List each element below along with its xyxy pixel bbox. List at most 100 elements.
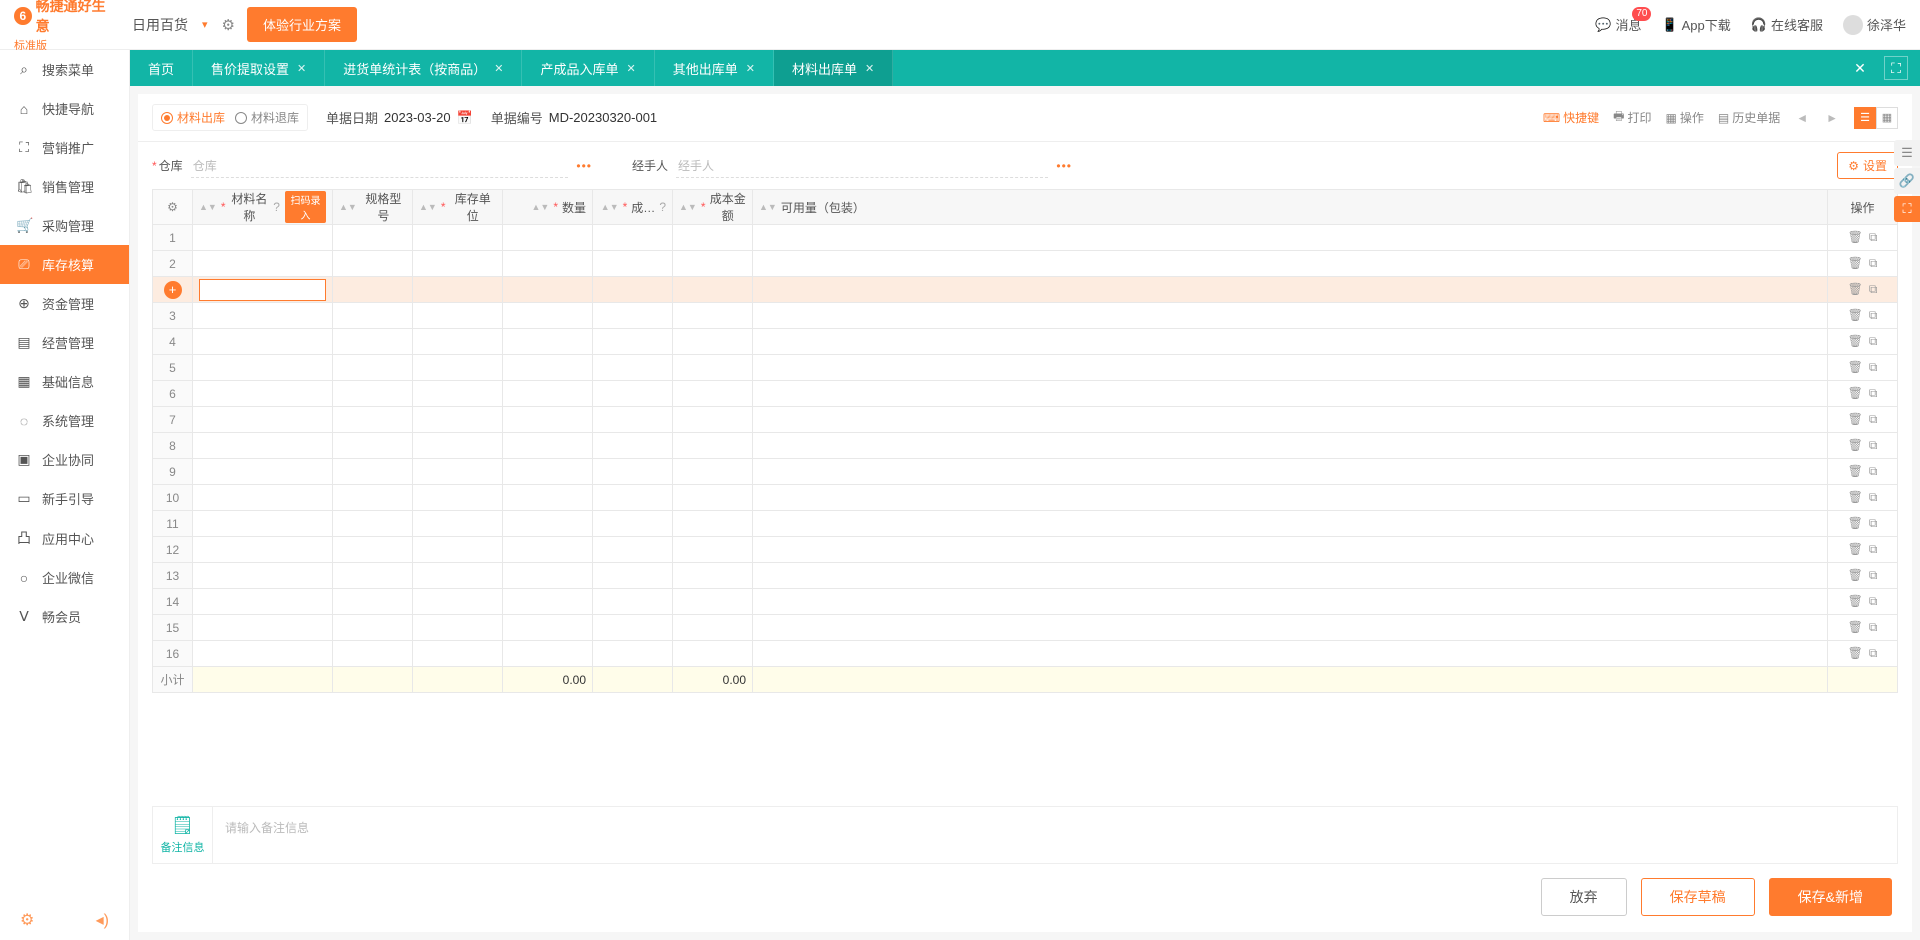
col-cost[interactable]: ▲▼*成…? <box>593 190 673 225</box>
tab-进货单统计表（按商品）[interactable]: 进货单统计表（按商品）✕ <box>325 50 522 86</box>
messages-button[interactable]: 💬 消息 70 <box>1595 15 1641 34</box>
row-delete-icon[interactable]: 🗑 <box>1848 568 1863 583</box>
tab-产成品入库单[interactable]: 产成品入库单✕ <box>522 50 654 86</box>
sidebar-item-搜索菜单[interactable]: ⌕搜索菜单 <box>0 50 129 89</box>
sidebar-item-采购管理[interactable]: 🛒采购管理 <box>0 206 129 245</box>
sidebar-item-营销推广[interactable]: ⛶营销推广 <box>0 128 129 167</box>
row-copy-icon[interactable]: ⧉ <box>1869 334 1878 349</box>
sidebar-item-基础信息[interactable]: ▦基础信息 <box>0 362 129 401</box>
row-delete-icon[interactable]: 🗑 <box>1848 282 1863 297</box>
save-draft-button[interactable]: 保存草稿 <box>1641 878 1755 916</box>
sidebar-item-新手引导[interactable]: ▭新手引导 <box>0 479 129 518</box>
row-copy-icon[interactable]: ⧉ <box>1869 308 1878 323</box>
discard-button[interactable]: 放弃 <box>1541 878 1627 916</box>
tab-售价提取设置[interactable]: 售价提取设置✕ <box>193 50 325 86</box>
download-button[interactable]: 📱 App下载 <box>1661 15 1730 34</box>
row-copy-icon[interactable]: ⧉ <box>1869 516 1878 531</box>
sidebar-item-畅会员[interactable]: Ⅴ畅会员 <box>0 597 129 636</box>
table-row[interactable]: 11🗑⧉ <box>153 511 1898 537</box>
row-delete-icon[interactable]: 🗑 <box>1848 490 1863 505</box>
user-menu[interactable]: 徐泽华 <box>1843 15 1906 35</box>
row-delete-icon[interactable]: 🗑 <box>1848 412 1863 427</box>
tab-首页[interactable]: 首页 <box>130 50 193 86</box>
table-row[interactable]: 3🗑⧉ <box>153 303 1898 329</box>
collapse-icon[interactable]: ◂) <box>96 910 109 930</box>
warehouse-input[interactable]: 仓库 <box>191 154 569 178</box>
tabs-expand-icon[interactable]: ⛶ <box>1884 56 1908 80</box>
tab-材料出库单[interactable]: 材料出库单✕ <box>774 50 893 86</box>
row-copy-icon[interactable]: ⧉ <box>1869 646 1878 661</box>
next-doc-icon[interactable]: ► <box>1824 111 1840 125</box>
row-delete-icon[interactable]: 🗑 <box>1848 386 1863 401</box>
row-copy-icon[interactable]: ⧉ <box>1869 360 1878 375</box>
row-copy-icon[interactable]: ⧉ <box>1869 256 1878 271</box>
table-row[interactable]: 6🗑⧉ <box>153 381 1898 407</box>
row-copy-icon[interactable]: ⧉ <box>1869 438 1878 453</box>
row-copy-icon[interactable]: ⧉ <box>1869 230 1878 245</box>
sidebar-item-资金管理[interactable]: ⊕资金管理 <box>0 284 129 323</box>
print-button[interactable]: 🖶 打印 <box>1613 107 1651 128</box>
table-row[interactable]: 1🗑⧉ <box>153 225 1898 251</box>
gear-icon[interactable]: ⚙ <box>222 16 235 34</box>
doc-date-field[interactable]: 单据日期 2023-03-20 📅 <box>326 108 473 127</box>
table-row[interactable]: 13🗑⧉ <box>153 563 1898 589</box>
sidebar-item-系统管理[interactable]: ◌系统管理 <box>0 401 129 440</box>
col-qty[interactable]: ▲▼*数量 <box>503 190 593 225</box>
handler-input[interactable]: 经手人 <box>676 154 1048 178</box>
fly-expand-icon[interactable]: ⛶ <box>1894 196 1920 222</box>
tab-close-icon[interactable]: ✕ <box>627 62 636 75</box>
ops-button[interactable]: ▦ 操作 <box>1666 109 1704 126</box>
row-delete-icon[interactable]: 🗑 <box>1848 256 1863 271</box>
sidebar-item-经营管理[interactable]: ▤经营管理 <box>0 323 129 362</box>
doc-type-radio[interactable]: 材料出库 材料退库 <box>152 104 308 131</box>
tab-close-icon[interactable]: ✕ <box>297 62 306 75</box>
col-material[interactable]: ▲▼*材料名称?扫码录入 <box>193 190 333 225</box>
save-new-button[interactable]: 保存&新增 <box>1769 878 1892 916</box>
table-row[interactable]: 5🗑⧉ <box>153 355 1898 381</box>
sidebar-item-应用中心[interactable]: 凸应用中心 <box>0 518 129 558</box>
table-row[interactable]: 12🗑⧉ <box>153 537 1898 563</box>
row-delete-icon[interactable]: 🗑 <box>1848 308 1863 323</box>
prev-doc-icon[interactable]: ◄ <box>1794 111 1810 125</box>
row-copy-icon[interactable]: ⧉ <box>1869 490 1878 505</box>
tab-其他出库单[interactable]: 其他出库单✕ <box>655 50 774 86</box>
row-copy-icon[interactable]: ⧉ <box>1869 568 1878 583</box>
table-row-active[interactable]: + 🗑 ⧉ <box>153 277 1898 303</box>
radio-material-return[interactable]: 材料退库 <box>235 109 299 126</box>
row-delete-icon[interactable]: 🗑 <box>1848 464 1863 479</box>
shortcut-button[interactable]: ⌨ 快捷键 <box>1543 109 1599 126</box>
history-button[interactable]: ▤ 历史单据 <box>1718 109 1780 126</box>
help-icon[interactable]: ? <box>273 200 280 214</box>
fly-link-icon[interactable]: 🔗 <box>1894 168 1920 194</box>
fly-history-icon[interactable]: ☰ <box>1894 140 1920 166</box>
radio-material-out[interactable]: 材料出库 <box>161 109 225 126</box>
sidebar-item-快捷导航[interactable]: ⌂快捷导航 <box>0 89 129 128</box>
sidebar-item-企业微信[interactable]: ○企业微信 <box>0 558 129 597</box>
lookup-icon[interactable]: ••• <box>1056 159 1072 173</box>
table-row[interactable]: 4🗑⧉ <box>153 329 1898 355</box>
table-row[interactable]: 2🗑⧉ <box>153 251 1898 277</box>
table-row[interactable]: 7🗑⧉ <box>153 407 1898 433</box>
row-copy-icon[interactable]: ⧉ <box>1869 464 1878 479</box>
row-delete-icon[interactable]: 🗑 <box>1848 542 1863 557</box>
col-amount[interactable]: ▲▼*成本金额 <box>673 190 753 225</box>
col-available[interactable]: ▲▼可用量（包装） <box>753 190 1828 225</box>
row-copy-icon[interactable]: ⧉ <box>1869 542 1878 557</box>
handler-field[interactable]: 经手人 经手人 ••• <box>632 154 1072 178</box>
sidebar-item-库存核算[interactable]: ⎚库存核算 <box>0 245 129 284</box>
row-delete-icon[interactable]: 🗑 <box>1848 438 1863 453</box>
col-gear[interactable]: ⚙ <box>153 190 193 225</box>
row-copy-icon[interactable]: ⧉ <box>1869 594 1878 609</box>
table-row[interactable]: 16🗑⧉ <box>153 641 1898 667</box>
row-delete-icon[interactable]: 🗑 <box>1848 594 1863 609</box>
table-row[interactable]: 15🗑⧉ <box>153 615 1898 641</box>
calendar-icon[interactable]: 📅 <box>457 110 473 126</box>
table-row[interactable]: 8🗑⧉ <box>153 433 1898 459</box>
row-copy-icon[interactable]: ⧉ <box>1869 620 1878 635</box>
warehouse-field[interactable]: *仓库 仓库 ••• <box>152 154 592 178</box>
row-delete-icon[interactable]: 🗑 <box>1848 360 1863 375</box>
add-row-icon[interactable]: + <box>164 281 182 299</box>
row-copy-icon[interactable]: ⧉ <box>1869 282 1878 297</box>
tab-close-icon[interactable]: ✕ <box>494 62 503 75</box>
settings-icon[interactable]: ⚙ <box>20 910 34 930</box>
